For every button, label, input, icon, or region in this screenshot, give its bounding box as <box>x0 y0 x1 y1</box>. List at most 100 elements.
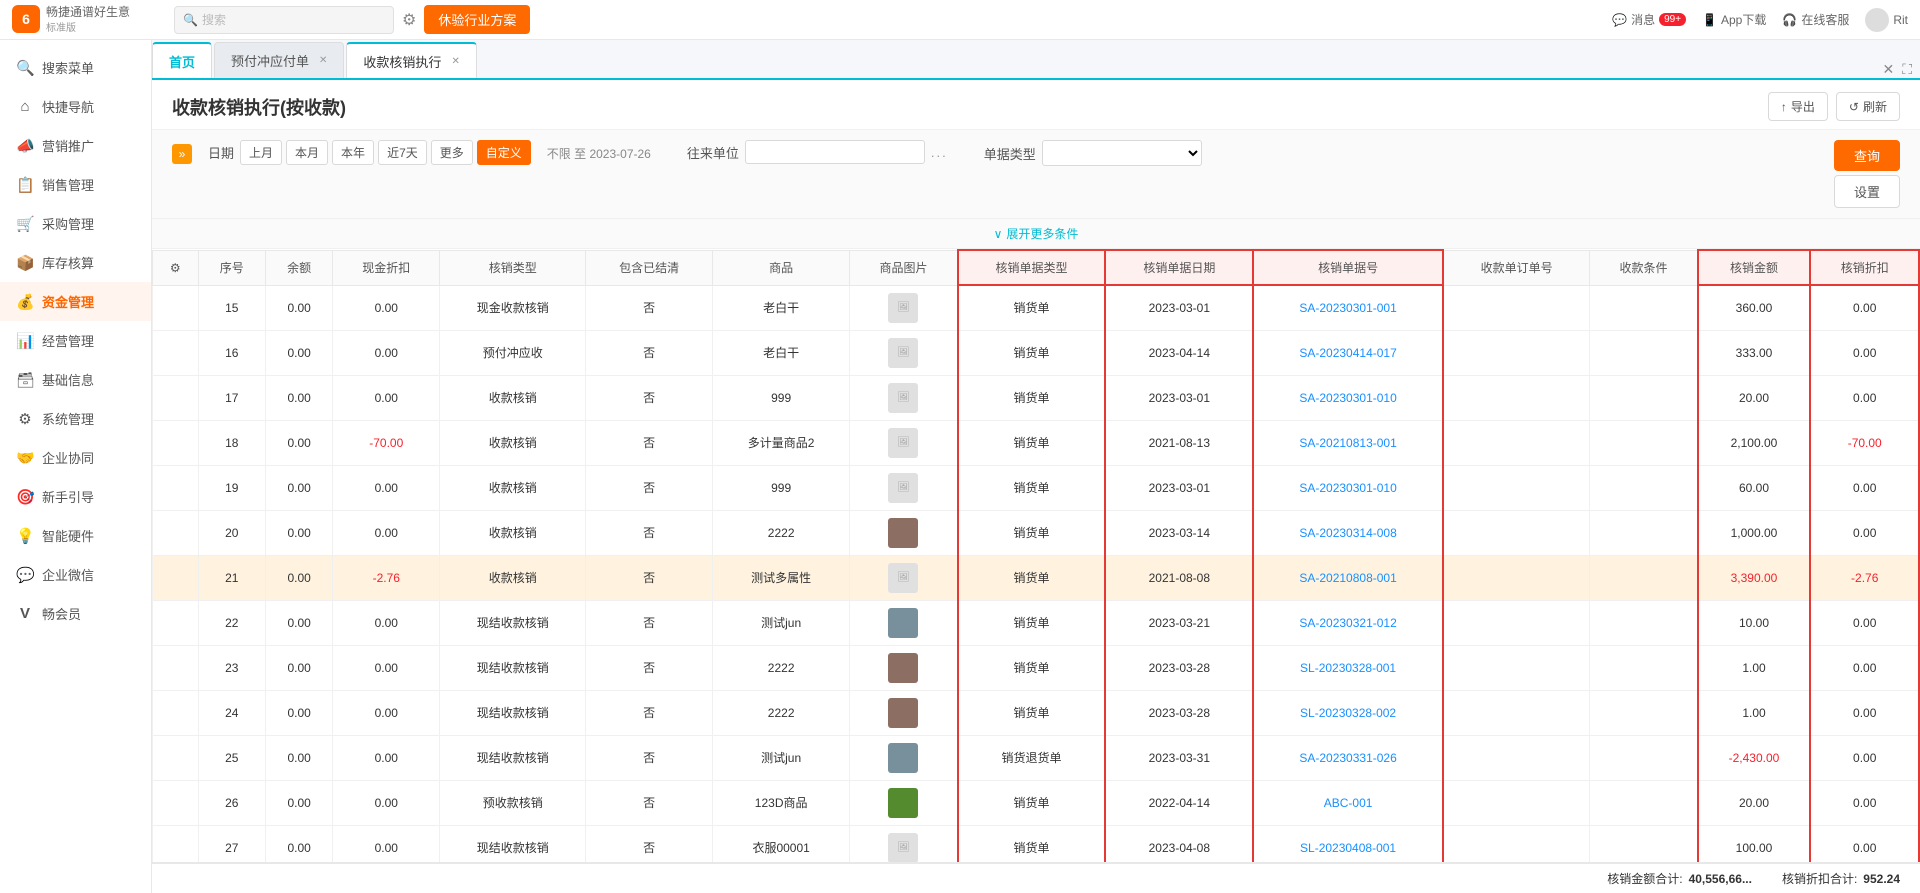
sidebar-item-collab[interactable]: 🤝 企业协同 <box>0 438 151 477</box>
row-receipt-order-no <box>1443 825 1590 862</box>
online-service-item[interactable]: 🎧 在线客服 <box>1782 11 1849 28</box>
row-verify-no[interactable]: SA-20230301-010 <box>1253 465 1443 510</box>
col-receipt-condition: 收款条件 <box>1590 250 1698 285</box>
row-verify-no[interactable]: SA-20230331-026 <box>1253 735 1443 780</box>
from-unit-input[interactable] <box>745 140 925 164</box>
row-receipt-order-no <box>1443 465 1590 510</box>
sidebar-item-member[interactable]: V 畅会员 <box>0 594 151 633</box>
sidebar-item-hardware[interactable]: 💡 智能硬件 <box>0 516 151 555</box>
query-button[interactable]: 查询 <box>1834 140 1900 171</box>
row-verify-no[interactable]: SA-20210808-001 <box>1253 555 1443 600</box>
row-verify-no[interactable]: SA-20230414-017 <box>1253 330 1443 375</box>
top-search-box[interactable]: 🔍 搜索 <box>174 6 394 34</box>
sidebar-item-purchase[interactable]: 🛒 采购管理 <box>0 204 151 243</box>
row-verify-no[interactable]: SA-20210813-001 <box>1253 420 1443 465</box>
tab-home[interactable]: 首页 <box>152 42 212 78</box>
row-settings[interactable] <box>153 690 199 735</box>
setting-button[interactable]: 设置 <box>1834 175 1900 208</box>
sidebar-item-inventory[interactable]: 📦 库存核算 <box>0 243 151 282</box>
tab-close-all-button[interactable]: ✕ <box>1882 61 1894 78</box>
refresh-button[interactable]: ↺ 刷新 <box>1836 92 1900 121</box>
table-header-row: ⚙ 序号 余额 现金折扣 核销类型 包含已结清 商品 商品图片 核销单据类型 核… <box>153 250 1920 285</box>
row-cash-discount: 0.00 <box>333 735 440 780</box>
settings-icon[interactable]: ⚙ <box>402 10 416 30</box>
voucher-type-select[interactable] <box>1042 140 1202 166</box>
sidebar-item-system[interactable]: ⚙ 系统管理 <box>0 399 151 438</box>
row-include-settled: 否 <box>586 735 713 780</box>
row-settings[interactable] <box>153 780 199 825</box>
row-verify-no[interactable]: SA-20230314-008 <box>1253 510 1443 555</box>
row-seq: 16 <box>198 330 265 375</box>
col-settings[interactable]: ⚙ <box>153 250 199 285</box>
sidebar-item-basicinfo[interactable]: 🗃 基础信息 <box>0 360 151 399</box>
tab-expand-button[interactable]: ⛶ <box>1902 61 1912 78</box>
date-filter-group: 日期 上月 本月 本年 近7天 更多 自定义 <box>208 140 531 165</box>
system-icon: ⚙ <box>16 410 34 428</box>
tab-prepay-close[interactable]: ✕ <box>319 55 327 66</box>
sidebar-item-label: 营销推广 <box>42 136 94 155</box>
row-settings[interactable] <box>153 510 199 555</box>
export-button[interactable]: ↑ 导出 <box>1768 92 1828 121</box>
user-area[interactable]: Rit <box>1865 8 1908 32</box>
sidebar-item-navigation[interactable]: ⌂ 快捷导航 <box>0 87 151 126</box>
row-goods: 测试多属性 <box>712 555 849 600</box>
row-verify-no[interactable]: SA-20230321-012 <box>1253 600 1443 645</box>
row-settings[interactable] <box>153 825 199 862</box>
tab-receipt-verify[interactable]: 收款核销执行 ✕ <box>346 42 476 78</box>
row-settings[interactable] <box>153 600 199 645</box>
sidebar-item-operations[interactable]: 📊 经营管理 <box>0 321 151 360</box>
tab-receipt-verify-close[interactable]: ✕ <box>451 56 459 67</box>
date-range-text: 不限 至 2023-07-26 <box>547 145 651 162</box>
date-btn-this-year[interactable]: 本年 <box>332 140 374 165</box>
tab-prepay[interactable]: 预付冲应付单 ✕ <box>214 42 344 78</box>
row-verify-discount: 0.00 <box>1810 600 1919 645</box>
user-name: Rit <box>1893 13 1908 27</box>
service-icon: 🎧 <box>1782 13 1797 27</box>
row-goods: 999 <box>712 375 849 420</box>
sidebar-item-search[interactable]: 🔍 搜索菜单 <box>0 48 151 87</box>
row-settings[interactable] <box>153 465 199 510</box>
sidebar-item-sales[interactable]: 📋 销售管理 <box>0 165 151 204</box>
row-settings[interactable] <box>153 285 199 330</box>
product-image <box>888 608 918 638</box>
basicinfo-icon: 🗃 <box>16 371 34 389</box>
date-btn-custom[interactable]: 自定义 <box>477 140 531 165</box>
sidebar-item-marketing[interactable]: 📣 营销推广 <box>0 126 151 165</box>
main-layout: 🔍 搜索菜单 ⌂ 快捷导航 📣 营销推广 📋 销售管理 🛒 采购管理 📦 库存核… <box>0 40 1920 893</box>
sidebar-item-finance[interactable]: 💰 资金管理 <box>0 282 151 321</box>
row-verify-no[interactable]: SA-20230301-010 <box>1253 375 1443 420</box>
row-verify-no[interactable]: ABC-001 <box>1253 780 1443 825</box>
sidebar-item-wechat[interactable]: 💬 企业微信 <box>0 555 151 594</box>
row-verify-no[interactable]: SL-20230408-001 <box>1253 825 1443 862</box>
row-verify-date: 2023-03-31 <box>1105 735 1253 780</box>
notification-item[interactable]: 💬 消息 99+ <box>1612 11 1686 28</box>
date-btn-7days[interactable]: 近7天 <box>378 140 427 165</box>
row-settings[interactable] <box>153 735 199 780</box>
row-settings[interactable] <box>153 555 199 600</box>
expand-more-button[interactable]: ∨ 展开更多条件 <box>994 225 1079 242</box>
date-btn-this-month[interactable]: 本月 <box>286 140 328 165</box>
date-btn-more[interactable]: 更多 <box>431 140 473 165</box>
row-receipt-condition <box>1590 555 1698 600</box>
row-verify-no[interactable]: SL-20230328-001 <box>1253 645 1443 690</box>
row-settings[interactable] <box>153 645 199 690</box>
date-btn-last-month[interactable]: 上月 <box>240 140 282 165</box>
app-download-item[interactable]: 📱 App下载 <box>1702 11 1766 28</box>
row-cash-discount: -2.76 <box>333 555 440 600</box>
row-verify-type: 收款核销 <box>440 555 586 600</box>
row-goods-img: 🖼 <box>850 375 958 420</box>
row-seq: 20 <box>198 510 265 555</box>
row-verify-amount: 360.00 <box>1698 285 1811 330</box>
row-settings[interactable] <box>153 420 199 465</box>
tab-bar: 首页 预付冲应付单 ✕ 收款核销执行 ✕ ✕ ⛶ <box>152 40 1920 80</box>
logo-badge: 标准版 <box>46 19 130 34</box>
row-verify-no[interactable]: SA-20230301-001 <box>1253 285 1443 330</box>
sidebar-item-newguide[interactable]: 🎯 新手引导 <box>0 477 151 516</box>
row-settings[interactable] <box>153 330 199 375</box>
row-balance: 0.00 <box>265 375 332 420</box>
filter-expand-button[interactable]: » <box>172 144 192 164</box>
industry-solution-button[interactable]: 休验行业方案 <box>424 5 530 34</box>
row-settings[interactable] <box>153 375 199 420</box>
col-receipt-order-no: 收款单订单号 <box>1443 250 1590 285</box>
row-verify-no[interactable]: SL-20230328-002 <box>1253 690 1443 735</box>
